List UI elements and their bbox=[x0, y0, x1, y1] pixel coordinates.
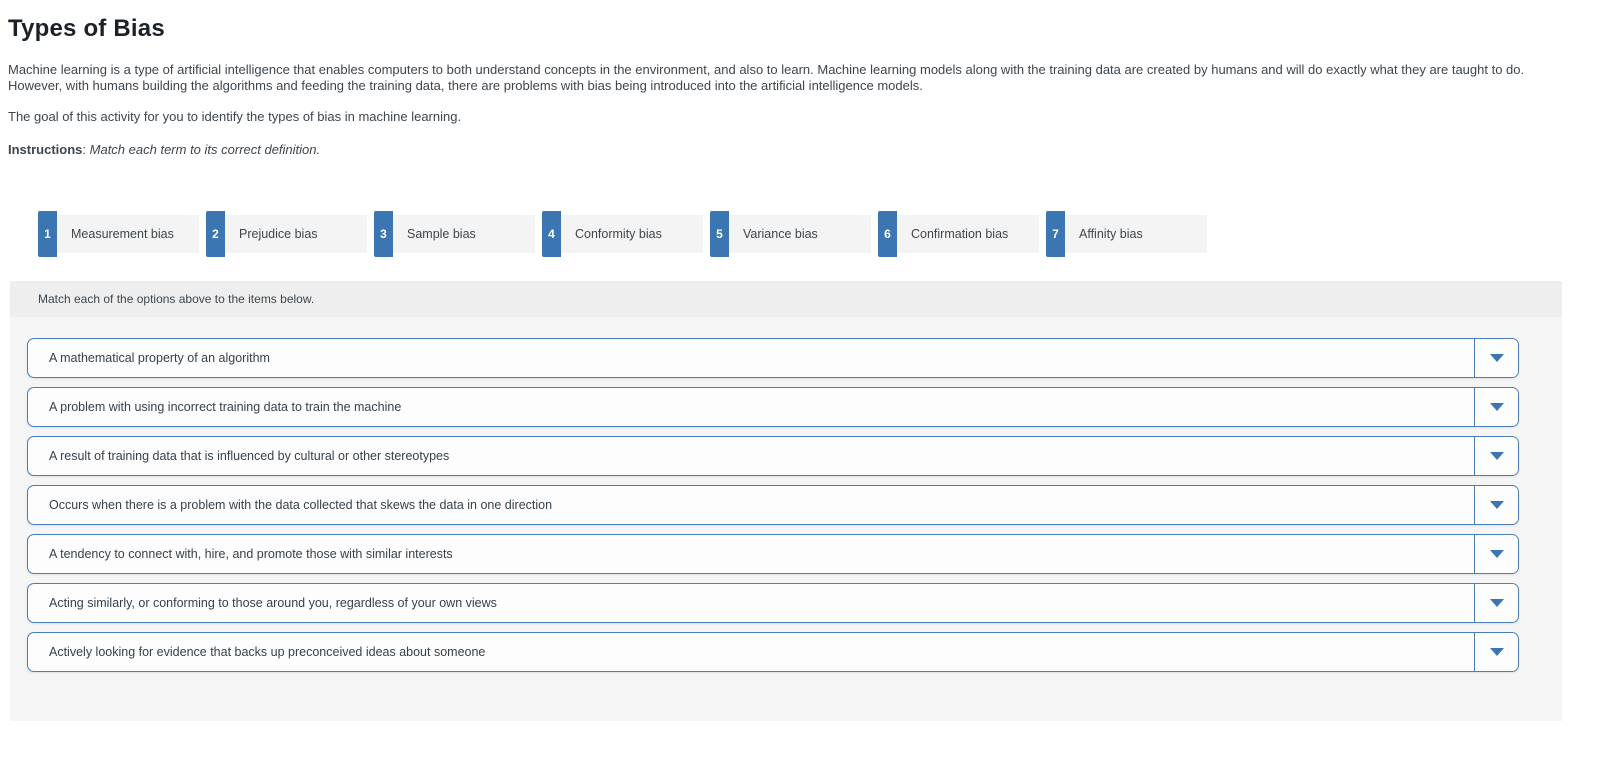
match-item-text: A tendency to connect with, hire, and pr… bbox=[49, 547, 453, 562]
activity-page: Types of Bias Machine learning is a type… bbox=[0, 0, 1621, 759]
page-title: Types of Bias bbox=[8, 15, 165, 42]
matching-prompt: Match each of the options above to the i… bbox=[38, 292, 315, 307]
term-number-badge: 5 bbox=[710, 211, 729, 258]
dropdown-toggle-button[interactable] bbox=[1474, 339, 1518, 378]
match-row-5[interactable]: A tendency to connect with, hire, and pr… bbox=[27, 534, 1519, 575]
match-row-3[interactable]: A result of training data that is influe… bbox=[27, 436, 1519, 477]
match-item-text: Actively looking for evidence that backs… bbox=[49, 645, 486, 660]
term-chip-sample-bias: 3 Sample bias bbox=[374, 211, 535, 258]
match-row-2[interactable]: A problem with using incorrect training … bbox=[27, 387, 1519, 428]
term-label: Prejudice bias bbox=[225, 215, 367, 254]
match-item-text: A result of training data that is influe… bbox=[49, 449, 450, 464]
instructions-line: Instructions: Match each term to its cor… bbox=[8, 142, 1613, 158]
term-label: Variance bias bbox=[729, 215, 871, 254]
term-number-badge: 4 bbox=[542, 211, 561, 258]
term-chip-prejudice-bias: 2 Prejudice bias bbox=[206, 211, 367, 258]
match-row-7[interactable]: Actively looking for evidence that backs… bbox=[27, 632, 1519, 673]
term-number-badge: 6 bbox=[878, 211, 897, 258]
term-chip-affinity-bias: 7 Affinity bias bbox=[1046, 211, 1207, 258]
match-row-1[interactable]: A mathematical property of an algorithm bbox=[27, 338, 1519, 379]
instructions-separator: : bbox=[82, 141, 90, 157]
term-chip-confirmation-bias: 6 Confirmation bias bbox=[878, 211, 1039, 258]
match-item-text: A mathematical property of an algorithm bbox=[49, 351, 270, 366]
term-number-badge: 1 bbox=[38, 211, 57, 258]
instructions-text: Match each term to its correct definitio… bbox=[89, 141, 321, 157]
goal-paragraph: The goal of this activity for you to ide… bbox=[8, 109, 462, 125]
chevron-down-icon bbox=[1489, 648, 1504, 657]
match-item-text: A problem with using incorrect training … bbox=[49, 400, 402, 415]
chevron-down-icon bbox=[1489, 501, 1504, 510]
term-number-badge: 3 bbox=[374, 211, 393, 258]
term-label: Measurement bias bbox=[57, 215, 199, 254]
chevron-down-icon bbox=[1489, 403, 1504, 412]
chevron-down-icon bbox=[1489, 599, 1504, 608]
intro-paragraph: Machine learning is a type of artificial… bbox=[8, 62, 1525, 93]
term-label: Affinity bias bbox=[1065, 215, 1207, 254]
dropdown-toggle-button[interactable] bbox=[1474, 584, 1518, 623]
match-item-text: Acting similarly, or conforming to those… bbox=[49, 596, 497, 611]
term-number-badge: 2 bbox=[206, 211, 225, 258]
chevron-down-icon bbox=[1489, 550, 1504, 559]
match-row-4[interactable]: Occurs when there is a problem with the … bbox=[27, 485, 1519, 526]
dropdown-toggle-button[interactable] bbox=[1474, 388, 1518, 427]
term-chip-conformity-bias: 4 Conformity bias bbox=[542, 211, 703, 258]
dropdown-toggle-button[interactable] bbox=[1474, 437, 1518, 476]
term-label: Confirmation bias bbox=[897, 215, 1039, 254]
matching-panel-header: Match each of the options above to the i… bbox=[10, 281, 1562, 318]
terms-row: 1 Measurement bias 2 Prejudice bias 3 Sa… bbox=[38, 211, 1621, 258]
term-label: Sample bias bbox=[393, 215, 535, 254]
instructions-label: Instructions bbox=[8, 141, 83, 157]
matching-panel: Match each of the options above to the i… bbox=[10, 281, 1562, 722]
term-number-badge: 7 bbox=[1046, 211, 1065, 258]
dropdown-toggle-button[interactable] bbox=[1474, 633, 1518, 672]
term-chip-measurement-bias: 1 Measurement bias bbox=[38, 211, 199, 258]
chevron-down-icon bbox=[1489, 354, 1504, 363]
term-label: Conformity bias bbox=[561, 215, 703, 254]
dropdown-toggle-button[interactable] bbox=[1474, 486, 1518, 525]
matching-panel-body: A mathematical property of an algorithm … bbox=[10, 317, 1562, 722]
chevron-down-icon bbox=[1489, 452, 1504, 461]
term-chip-variance-bias: 5 Variance bias bbox=[710, 211, 871, 258]
match-row-6[interactable]: Acting similarly, or conforming to those… bbox=[27, 583, 1519, 624]
match-item-text: Occurs when there is a problem with the … bbox=[49, 498, 553, 513]
dropdown-toggle-button[interactable] bbox=[1474, 535, 1518, 574]
